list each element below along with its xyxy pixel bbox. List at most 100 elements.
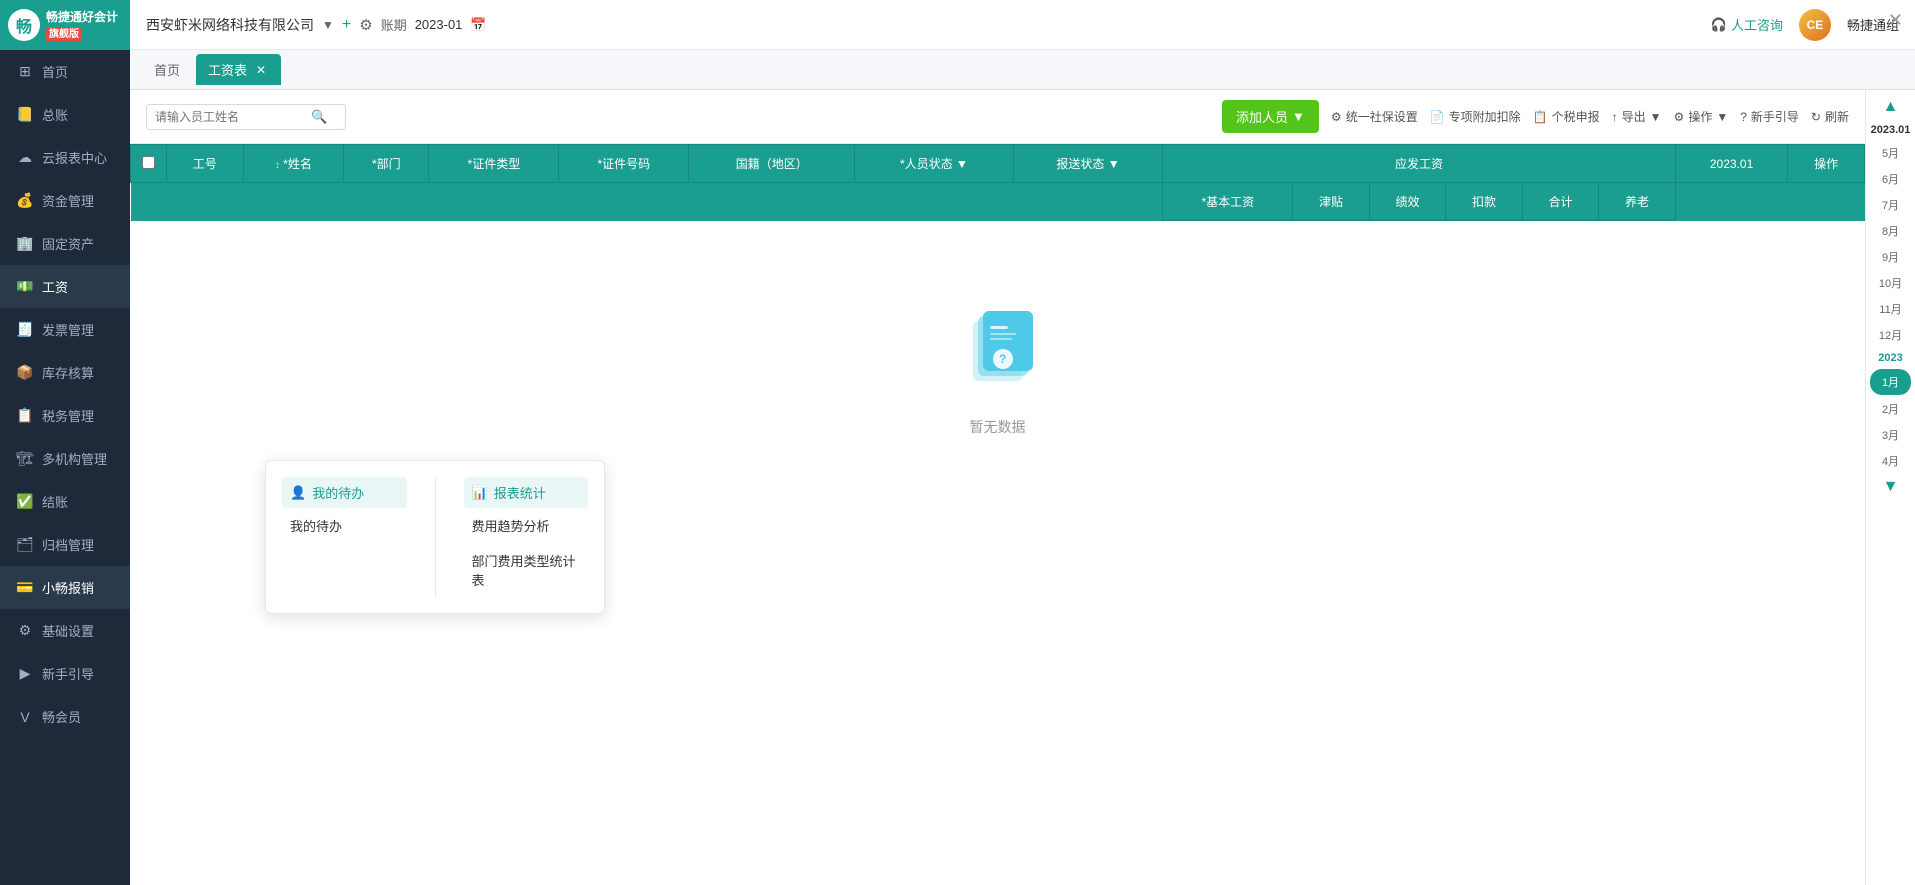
sidebar-item-member-label: 畅会员 [42, 707, 81, 726]
sidebar-item-inventory-label: 库存核算 [42, 363, 94, 382]
tab-salary-table[interactable]: 工资表 ✕ [196, 54, 281, 85]
add-company-btn[interactable]: + [342, 16, 351, 34]
timeline-month-11[interactable]: 11月 [1866, 296, 1915, 322]
timeline-month-6[interactable]: 6月 [1866, 166, 1915, 192]
timeline-down-nav[interactable]: ▼ [1866, 474, 1915, 500]
tax-declaration-icon: 📋 [1533, 110, 1548, 124]
company-dropdown[interactable]: ▼ [322, 18, 334, 32]
inventory-icon: 📦 [16, 364, 34, 381]
timeline-month-feb-2023[interactable]: 2月 [1866, 396, 1915, 422]
dropdown-report-title: 📊 报表统计 [464, 477, 589, 508]
period-value[interactable]: 2023-01 [415, 17, 463, 32]
settings-icon[interactable]: ⚙ [359, 16, 372, 34]
sidebar-item-basic[interactable]: ⚙ 基础设置 [0, 609, 130, 652]
select-all-checkbox[interactable] [142, 156, 155, 169]
sidebar-item-guide-label: 新手引导 [42, 664, 94, 683]
sidebar-item-multi-org-label: 多机构管理 [42, 449, 107, 468]
th-name[interactable]: ↕ *姓名 [243, 145, 344, 183]
sidebar-item-home[interactable]: ⊞ 首页 [0, 50, 130, 93]
th-person-status[interactable]: *人员状态 ▼ [855, 145, 1013, 183]
special-deduction-label: 专项附加扣除 [1449, 108, 1521, 125]
social-insurance-label: 统一社保设置 [1346, 108, 1418, 125]
timeline-month-5[interactable]: 5月 [1866, 140, 1915, 166]
add-person-label: 添加人员 [1236, 107, 1288, 126]
multi-org-icon: 🏗 [16, 450, 34, 467]
sidebar-item-archive[interactable]: 🗂 归档管理 [0, 523, 130, 566]
toolbar: 🔍 添加人员 ▼ ⚙ 统一社保设置 📄 专项附 [130, 90, 1865, 144]
timeline-month-8[interactable]: 8月 [1866, 218, 1915, 244]
refresh-label: 刷新 [1825, 108, 1849, 125]
xiaochang-icon: 💳 [16, 579, 34, 596]
th-nationality: 国籍（地区） [689, 145, 855, 183]
tab-close-icon[interactable]: ✕ [253, 62, 269, 78]
timeline-month-10[interactable]: 10月 [1866, 270, 1915, 296]
th-period: 2023.01 [1675, 145, 1788, 183]
th-operations: 操作 [1788, 145, 1865, 183]
social-insurance-icon: ⚙ [1331, 110, 1342, 124]
timeline-month-9[interactable]: 9月 [1866, 244, 1915, 270]
sidebar-item-settlement-label: 结账 [42, 492, 68, 511]
sidebar-item-cloud-report[interactable]: ☁ 云报表中心 [0, 136, 130, 179]
header-right: 🎧 人工咨询 CE 畅捷通组 [1711, 9, 1899, 41]
th-base-salary: *基本工资 [1163, 183, 1293, 221]
timeline-month-7[interactable]: 7月 [1866, 192, 1915, 218]
sidebar-item-tax[interactable]: 📋 税务管理 [0, 394, 130, 437]
archive-icon: 🗂 [16, 536, 34, 553]
support-button[interactable]: 🎧 人工咨询 [1711, 15, 1783, 34]
timeline-up-nav[interactable]: ▲ [1866, 94, 1915, 120]
sidebar-item-invoice[interactable]: 🧾 发票管理 [0, 308, 130, 351]
sidebar-item-ledger[interactable]: 📒 总账 [0, 93, 130, 136]
sidebar: 畅 畅捷通好会计 旗舰版 ⊞ 首页 📒 总账 ☁ 云报表中心 💰 资金管理 🏢 … [0, 0, 130, 885]
select-all-header[interactable] [131, 145, 167, 183]
dropdown-col-report: 📊 报表统计 费用趋势分析 部门费用类型统计表 [464, 477, 589, 597]
th-employee-no: 工号 [167, 145, 244, 183]
timeline-month-apr-2023[interactable]: 4月 [1866, 448, 1915, 474]
calendar-icon[interactable]: 📅 [470, 17, 486, 33]
timeline-month-12[interactable]: 12月 [1866, 322, 1915, 348]
operations-label: 操作 [1688, 108, 1712, 125]
sidebar-item-multi-org[interactable]: 🏗 多机构管理 [0, 437, 130, 480]
timeline-month-mar-2023[interactable]: 3月 [1866, 422, 1915, 448]
refresh-btn[interactable]: ↻ 刷新 [1811, 108, 1849, 125]
guide-btn[interactable]: ? 新手引导 [1740, 108, 1799, 125]
tax-declaration-label: 个税申报 [1552, 108, 1600, 125]
operations-btn[interactable]: ⚙ 操作 ▼ [1674, 108, 1729, 125]
home-icon: ⊞ [16, 63, 34, 80]
search-icon[interactable]: 🔍 [311, 109, 327, 125]
tax-declaration-btn[interactable]: 📋 个税申报 [1533, 108, 1600, 125]
timeline-month-jan-2023[interactable]: 1月 [1870, 369, 1911, 395]
export-label: 导出 [1622, 108, 1646, 125]
dropdown-todo-item[interactable]: 我的待办 [282, 508, 407, 543]
person-status-filter-icon: ▼ [956, 157, 968, 171]
special-deduction-btn[interactable]: 📄 专项附加扣除 [1430, 108, 1521, 125]
add-person-dropdown-arrow: ▼ [1292, 109, 1305, 124]
sidebar-item-xiaochang[interactable]: 💳 小畅报销 [0, 566, 130, 609]
sidebar-item-basic-label: 基础设置 [42, 621, 94, 640]
sidebar-item-settlement[interactable]: ✅ 结账 [0, 480, 130, 523]
th-id-type: *证件类型 [429, 145, 559, 183]
export-btn[interactable]: ↑ 导出 ▼ [1612, 108, 1662, 125]
add-person-button[interactable]: 添加人员 ▼ [1222, 100, 1319, 133]
search-input[interactable] [155, 110, 305, 124]
sidebar-item-guide[interactable]: ▶ 新手引导 [0, 652, 130, 695]
dropdown-report-item-1[interactable]: 费用趋势分析 [464, 508, 589, 543]
sidebar-item-inventory[interactable]: 📦 库存核算 [0, 351, 130, 394]
dropdown-report-item-2[interactable]: 部门费用类型统计表 [464, 543, 589, 597]
tab-home[interactable]: 首页 [142, 54, 192, 85]
window-close-button[interactable]: ✕ [1888, 10, 1903, 31]
support-label: 人工咨询 [1731, 15, 1783, 34]
sidebar-item-archive-label: 归档管理 [42, 535, 94, 554]
headset-icon: 🎧 [1711, 17, 1727, 33]
th-submit-status[interactable]: 报送状态 ▼ [1013, 145, 1163, 183]
settlement-icon: ✅ [16, 493, 34, 510]
svg-text:?: ? [999, 352, 1006, 366]
sidebar-item-xiaochang-label: 小畅报销 [42, 578, 94, 597]
sidebar-item-member[interactable]: V 畅会员 [0, 695, 130, 738]
search-box[interactable]: 🔍 [146, 104, 346, 130]
social-insurance-btn[interactable]: ⚙ 统一社保设置 [1331, 108, 1418, 125]
empty-illustration: ? [948, 301, 1048, 401]
sidebar-item-salary[interactable]: 💵 工资 [0, 265, 130, 308]
sidebar-item-funds[interactable]: 💰 资金管理 [0, 179, 130, 222]
sidebar-item-fixed-assets[interactable]: 🏢 固定资产 [0, 222, 130, 265]
fixed-assets-icon: 🏢 [16, 235, 34, 252]
